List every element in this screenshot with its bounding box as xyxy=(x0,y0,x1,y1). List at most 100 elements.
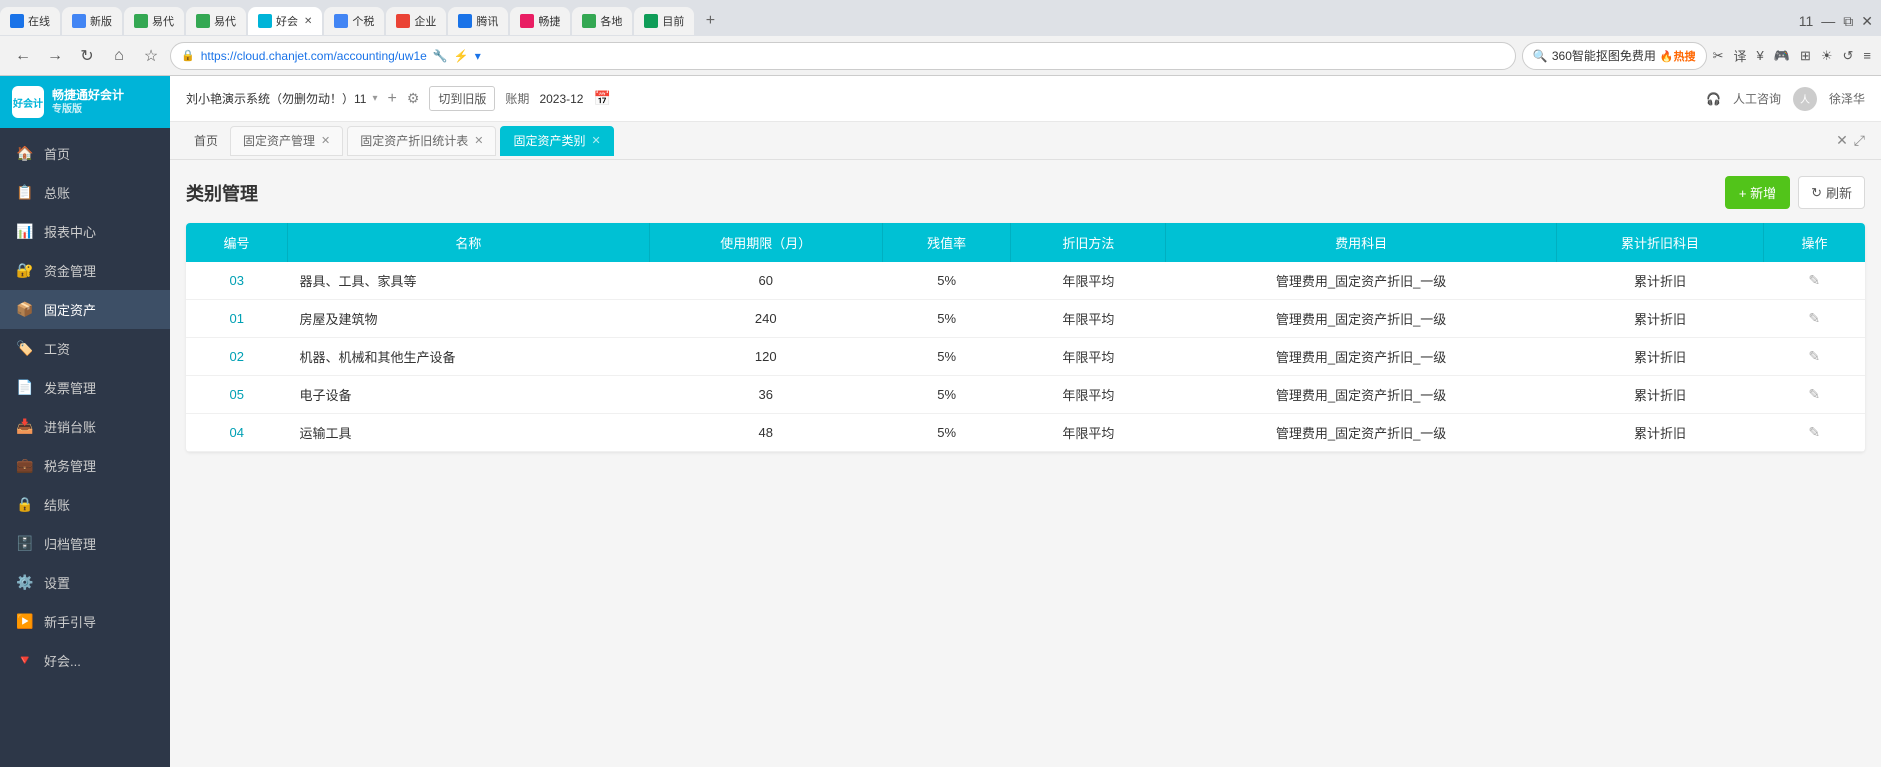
address-chevron-icon[interactable]: ▾ xyxy=(475,49,481,63)
sidebar-item-home[interactable]: 🏠 首页 xyxy=(0,134,170,173)
edit-button[interactable]: ✎ xyxy=(1808,348,1820,365)
action-buttons: + 新增 ↻ 刷新 xyxy=(1725,176,1865,209)
tab-collapse-icon[interactable]: ✕ xyxy=(1836,132,1848,149)
cell-salvage: 5% xyxy=(882,262,1011,300)
sidebar-item-inventory[interactable]: 📥 进销台账 xyxy=(0,407,170,446)
browser-tab-1[interactable]: 在线 xyxy=(0,7,60,35)
user-dropdown-icon[interactable]: ▾ xyxy=(372,93,377,104)
switch-version-button[interactable]: 切到旧版 xyxy=(429,86,495,111)
sidebar-label-tax: 税务管理 xyxy=(44,456,96,475)
sidebar-item-ledger[interactable]: 📋 总账 xyxy=(0,173,170,212)
sidebar-label-archive: 归档管理 xyxy=(44,534,96,553)
tab-close-depreciation-stats[interactable]: ✕ xyxy=(474,134,483,147)
cell-salvage: 5% xyxy=(882,414,1011,452)
table-row: 03 器具、工具、家具等 60 5% 年限平均 管理费用_固定资产折旧_一级 累… xyxy=(186,262,1865,300)
consult-label[interactable]: 人工咨询 xyxy=(1733,90,1781,107)
edit-button[interactable]: ✎ xyxy=(1808,424,1820,441)
tab-fixed-assets-management[interactable]: 固定资产管理 ✕ xyxy=(230,126,343,156)
minimize-icon[interactable]: — xyxy=(1821,13,1835,29)
edit-button[interactable]: ✎ xyxy=(1808,272,1820,289)
ssl-lock-icon: 🔒 xyxy=(181,49,195,62)
table-row: 04 运输工具 48 5% 年限平均 管理费用_固定资产折旧_一级 累计折旧 ✎ xyxy=(186,414,1865,452)
sidebar-item-salary[interactable]: 🏷️ 工资 xyxy=(0,329,170,368)
sidebar-item-checkout[interactable]: 🔒 结账 xyxy=(0,485,170,524)
sidebar-item-guide[interactable]: ▶️ 新手引导 xyxy=(0,602,170,641)
browser-tab-5[interactable]: 好会 ✕ xyxy=(248,7,322,35)
cell-accumulated: 累计折旧 xyxy=(1556,262,1763,300)
address-dropdown-icon[interactable]: 🔧 xyxy=(433,49,448,63)
headset-icon[interactable]: 🎧 xyxy=(1706,92,1721,106)
add-button[interactable]: + 新增 xyxy=(1725,176,1790,209)
calendar-icon[interactable]: 📅 xyxy=(593,90,610,107)
cell-code: 01 xyxy=(186,300,288,338)
tab-count-badge: 11 xyxy=(1799,13,1814,29)
plus-icon[interactable]: + xyxy=(388,90,397,108)
sidebar-item-more[interactable]: 🔻 好会... xyxy=(0,641,170,680)
sidebar-item-settings[interactable]: ⚙️ 设置 xyxy=(0,563,170,602)
game-icon[interactable]: 🎮 xyxy=(1774,48,1790,64)
cell-method: 年限平均 xyxy=(1011,376,1166,414)
cell-method: 年限平均 xyxy=(1011,262,1166,300)
cell-period: 36 xyxy=(649,376,882,414)
browser-tab-9[interactable]: 畅捷 xyxy=(510,7,570,35)
bookmark-button[interactable]: ☆ xyxy=(138,43,164,69)
sidebar-label-more: 好会... xyxy=(44,651,81,670)
undo-icon[interactable]: ↺ xyxy=(1843,48,1854,64)
search-icon: 🔍 xyxy=(1533,49,1548,63)
sidebar-label-invoice: 发票管理 xyxy=(44,378,96,397)
cell-period: 120 xyxy=(649,338,882,376)
close-icon[interactable]: ✕ xyxy=(1861,13,1873,30)
table-row: 05 电子设备 36 5% 年限平均 管理费用_固定资产折旧_一级 累计折旧 ✎ xyxy=(186,376,1865,414)
app-header: 刘小艳演示系统（勿删勿动！）11 ▾ + ⚙ 切到旧版 账期 2023-12 📅… xyxy=(170,76,1881,122)
tab-close-asset-category[interactable]: ✕ xyxy=(592,134,601,147)
browser-tab-7[interactable]: 企业 xyxy=(386,7,446,35)
browser-tab-4[interactable]: 易代 xyxy=(186,7,246,35)
tab-depreciation-stats[interactable]: 固定资产折旧统计表 ✕ xyxy=(347,126,496,156)
settings-gear-icon[interactable]: ⚙ xyxy=(407,90,420,107)
refresh-button[interactable]: ↻ 刷新 xyxy=(1798,176,1865,209)
user-info: 刘小艳演示系统（勿删勿动！）11 ▾ xyxy=(186,90,378,107)
tab-asset-category[interactable]: 固定资产类别 ✕ xyxy=(500,126,613,156)
edit-button[interactable]: ✎ xyxy=(1808,386,1820,403)
inventory-icon: 📥 xyxy=(16,418,34,435)
reload-button[interactable]: ↻ xyxy=(74,43,100,69)
sidebar-label-fixed-assets: 固定资产 xyxy=(44,300,96,319)
address-bolt-icon[interactable]: ⚡ xyxy=(454,49,469,63)
forward-button[interactable]: → xyxy=(42,43,68,69)
browser-tab-3[interactable]: 易代 xyxy=(124,7,184,35)
back-button[interactable]: ← xyxy=(10,43,36,69)
sidebar-item-tax[interactable]: 💼 税务管理 xyxy=(0,446,170,485)
sidebar-item-funds[interactable]: 🔐 资金管理 xyxy=(0,251,170,290)
tab-home[interactable]: 首页 xyxy=(186,132,226,149)
brightness-icon[interactable]: ☀ xyxy=(1821,48,1833,64)
avatar: 人 xyxy=(1793,87,1817,111)
new-tab-button[interactable]: + xyxy=(696,7,724,35)
cell-accumulated: 累计折旧 xyxy=(1556,376,1763,414)
sidebar-item-archive[interactable]: 🗄️ 归档管理 xyxy=(0,524,170,563)
home-button[interactable]: ⌂ xyxy=(106,43,132,69)
sidebar-item-reports[interactable]: 📊 报表中心 xyxy=(0,212,170,251)
address-bar[interactable]: 🔒 https://cloud.chanjet.com/accounting/u… xyxy=(170,42,1516,70)
page-title: 类别管理 xyxy=(186,180,258,206)
cell-period: 48 xyxy=(649,414,882,452)
settings-icon: ⚙️ xyxy=(16,574,34,591)
edit-button[interactable]: ✎ xyxy=(1808,310,1820,327)
cell-code: 05 xyxy=(186,376,288,414)
browser-tab-6[interactable]: 个税 xyxy=(324,7,384,35)
browser-tab-11[interactable]: 目前 xyxy=(634,7,694,35)
tab-close-5[interactable]: ✕ xyxy=(304,16,312,27)
browser-tab-2[interactable]: 新版 xyxy=(62,7,122,35)
menu-icon[interactable]: ≡ xyxy=(1863,48,1871,63)
browser-tab-10[interactable]: 各地 xyxy=(572,7,632,35)
currency-icon[interactable]: ¥ xyxy=(1757,48,1764,63)
browser-tab-8[interactable]: 腾讯 xyxy=(448,7,508,35)
sidebar-item-fixed-assets[interactable]: 📦 固定资产 xyxy=(0,290,170,329)
tab-close-fixed-assets[interactable]: ✕ xyxy=(321,134,330,147)
tab-expand-icon[interactable]: ⤢ xyxy=(1854,132,1865,149)
translate-icon[interactable]: 译 xyxy=(1734,46,1747,65)
restore-icon[interactable]: ⧉ xyxy=(1843,13,1853,30)
cut-icon[interactable]: ✂ xyxy=(1713,48,1724,64)
sidebar-item-invoice[interactable]: 📄 发票管理 xyxy=(0,368,170,407)
search-bar[interactable]: 🔍 360智能抠图免费用 🔥热搜 xyxy=(1522,42,1707,70)
grid-icon[interactable]: ⊞ xyxy=(1800,48,1811,64)
